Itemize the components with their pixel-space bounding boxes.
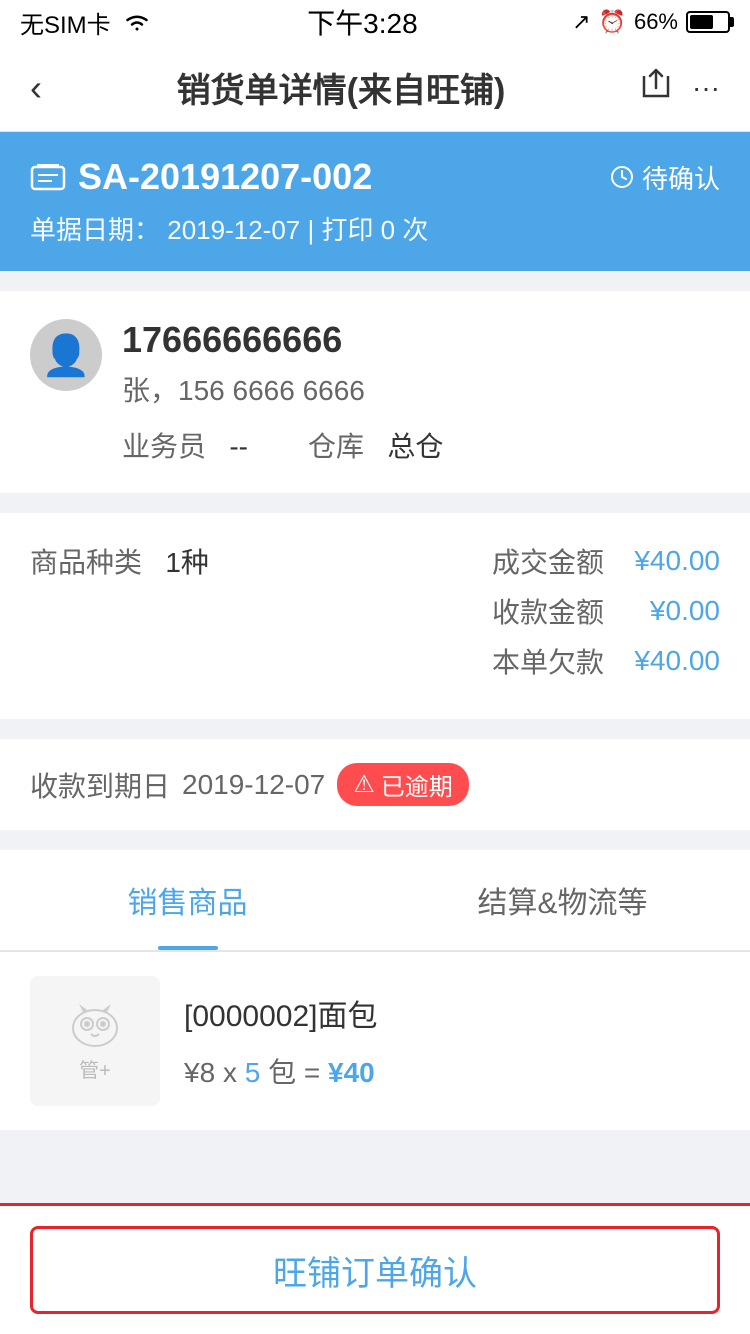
received-value: ¥0.00 <box>620 595 720 627</box>
kind-value: 1种 <box>165 547 209 578</box>
amount-row: 成交金额 ¥40.00 <box>492 541 720 581</box>
salesperson-value: -- <box>229 431 248 462</box>
wifi-icon <box>121 11 153 33</box>
product-info: [0000002]面包 ¥8 x 5 包 = ¥40 <box>184 991 720 1091</box>
customer-info: 17666666666 张，156 6666 6666 业务员 -- 仓库 总仓 <box>122 319 720 465</box>
debt-label: 本单欠款 <box>492 641 604 681</box>
location-icon: ↗ <box>572 9 590 35</box>
tab-products[interactable]: 销售商品 <box>0 850 375 950</box>
amount-value: ¥40.00 <box>620 545 720 577</box>
clock-icon <box>610 165 634 189</box>
summary-left: 商品种类 1种 <box>30 541 209 581</box>
page-title: 销货单详情(来自旺铺) <box>177 63 506 112</box>
product-item: 管+ [0000002]面包 ¥8 x 5 包 = ¥40 <box>30 976 720 1106</box>
due-section: 收款到期日 2019-12-07 ⚠ 已逾期 <box>0 739 750 830</box>
product-qty: 5 <box>245 1057 261 1088</box>
confirm-btn-container: 旺铺订单确认 <box>0 1203 750 1334</box>
order-date: 单据日期： 2019-12-07 | 打印 0 次 <box>30 210 720 247</box>
product-section: 管+ [0000002]面包 ¥8 x 5 包 = ¥40 <box>0 952 750 1130</box>
customer-avatar: 👤 <box>30 319 102 391</box>
warehouse-value: 总仓 <box>387 431 443 462</box>
brand-label: 管+ <box>79 1054 111 1083</box>
order-id: SA-20191207-002 <box>30 156 372 198</box>
product-thumbnail: 管+ <box>30 976 160 1106</box>
overdue-badge: ⚠ 已逾期 <box>337 763 469 806</box>
battery-percent: 66% <box>634 9 678 35</box>
due-label: 收款到期日 <box>30 765 170 805</box>
share-button[interactable] <box>640 68 672 107</box>
multiply-sign: x <box>223 1057 245 1088</box>
price-per-unit: ¥8 <box>184 1057 215 1088</box>
customer-meta: 业务员 -- 仓库 总仓 <box>122 425 720 465</box>
back-button[interactable]: ‹ <box>30 67 42 109</box>
received-row: 收款金额 ¥0.00 <box>492 591 720 631</box>
product-logo <box>65 1000 125 1050</box>
debt-value: ¥40.00 <box>620 645 720 677</box>
received-label: 收款金额 <box>492 591 604 631</box>
carrier-text: 无SIM卡 <box>20 5 111 40</box>
status-bar: 无SIM卡 下午3:28 ↗ ⏰ 66% <box>0 0 750 44</box>
customer-name: 张，156 6666 6666 <box>122 369 720 409</box>
tabs-container: 销售商品 结算&物流等 <box>0 850 750 952</box>
customer-section: 👤 17666666666 张，156 6666 6666 业务员 -- 仓库 … <box>0 291 750 493</box>
kind-label: 商品种类 <box>30 547 142 578</box>
order-header: SA-20191207-002 待确认 单据日期： 2019-12-07 | 打… <box>0 132 750 271</box>
warehouse-label: 仓库 <box>308 431 364 462</box>
summary-right: 成交金额 ¥40.00 收款金额 ¥0.00 本单欠款 ¥40.00 <box>492 541 720 691</box>
avatar-icon: 👤 <box>41 332 91 379</box>
equals-sign: = <box>304 1057 328 1088</box>
customer-phone: 17666666666 <box>122 319 720 361</box>
debt-row: 本单欠款 ¥40.00 <box>492 641 720 681</box>
due-date: 2019-12-07 <box>182 769 325 801</box>
salesperson-label: 业务员 <box>122 431 206 462</box>
overdue-label: 已逾期 <box>381 767 453 802</box>
unit-label: 包 <box>268 1057 296 1088</box>
status-right: ↗ ⏰ 66% <box>572 9 730 35</box>
battery-icon <box>686 11 730 33</box>
nav-bar: ‹ 销货单详情(来自旺铺) ··· <box>0 44 750 132</box>
status-left: 无SIM卡 <box>20 5 153 40</box>
confirm-order-button[interactable]: 旺铺订单确认 <box>30 1226 720 1314</box>
tab-settlement[interactable]: 结算&物流等 <box>375 850 750 950</box>
product-name: [0000002]面包 <box>184 991 720 1035</box>
order-status: 待确认 <box>610 159 720 196</box>
alarm-icon: ⏰ <box>599 9 626 35</box>
summary-section: 商品种类 1种 成交金额 ¥40.00 收款金额 ¥0.00 本单欠款 ¥40.… <box>0 513 750 719</box>
status-time: 下午3:28 <box>307 2 418 42</box>
nav-actions: ··· <box>640 68 720 107</box>
amount-label: 成交金额 <box>492 541 604 581</box>
order-icon <box>30 163 66 191</box>
product-price: ¥8 x 5 包 = ¥40 <box>184 1051 720 1091</box>
overdue-icon: ⚠ <box>353 770 375 799</box>
product-total: ¥40 <box>328 1057 375 1088</box>
more-button[interactable]: ··· <box>692 72 720 104</box>
